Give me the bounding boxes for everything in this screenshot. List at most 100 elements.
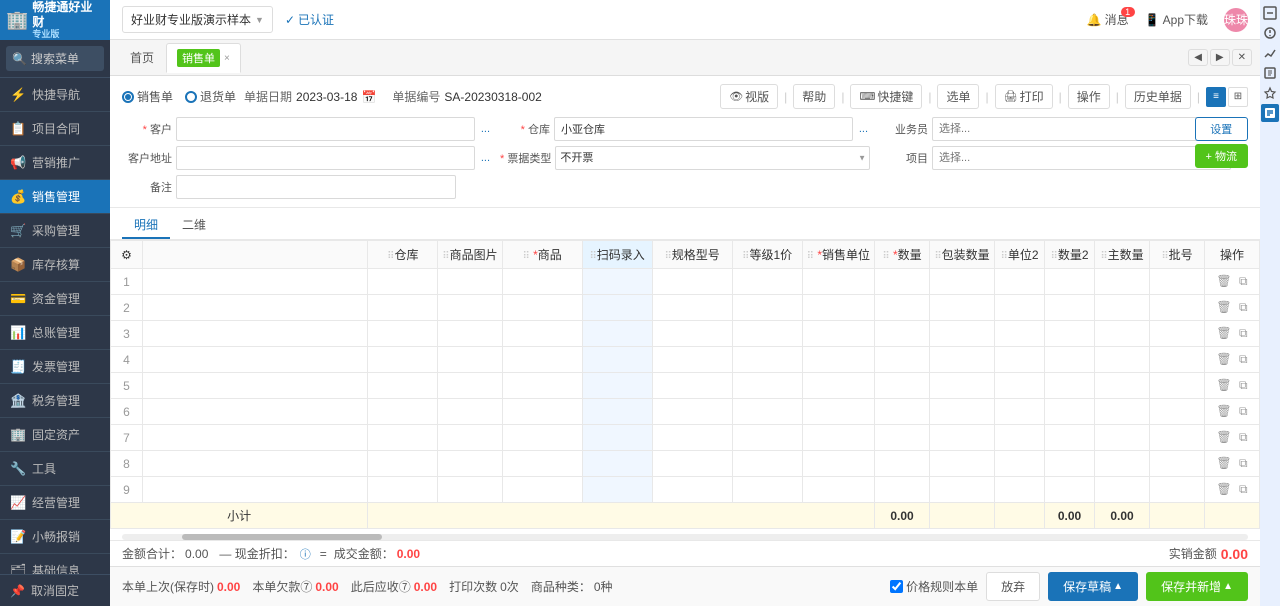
row-image[interactable]	[438, 477, 502, 503]
row-copy-button[interactable]: ⧉	[1237, 326, 1250, 341]
row-main-qty[interactable]	[1095, 425, 1150, 451]
company-selector[interactable]: 好业财专业版演示样本 ▼	[122, 6, 273, 33]
row-main-qty[interactable]	[1095, 347, 1150, 373]
tab-close-all-button[interactable]: ✕	[1232, 49, 1252, 66]
tab-home[interactable]: 首页	[118, 43, 166, 72]
row-batch-input[interactable]	[582, 425, 652, 451]
customer-dots-button[interactable]: ...	[479, 123, 492, 135]
sidebar-item-fixed[interactable]: 🏢 固定资产	[0, 418, 110, 452]
row-qty2[interactable]	[1045, 477, 1095, 503]
row-qty[interactable]	[875, 399, 930, 425]
row-product[interactable]	[502, 321, 582, 347]
message-button[interactable]: 🔔 1 消息	[1087, 11, 1129, 28]
th-unit[interactable]: ⠿ *销售单位	[802, 241, 874, 269]
logistics-button[interactable]: + 物流	[1195, 144, 1248, 168]
row-image[interactable]	[438, 399, 502, 425]
row-delete-button[interactable]: 🗑	[1214, 352, 1233, 366]
row-copy-button[interactable]: ⧉	[1237, 352, 1250, 367]
row-pack-qty[interactable]	[930, 373, 995, 399]
warehouse-input[interactable]	[554, 117, 853, 141]
row-batch[interactable]	[1150, 477, 1205, 503]
remark-input[interactable]	[176, 175, 456, 199]
row-spec[interactable]	[652, 425, 732, 451]
setup-button[interactable]: 设置	[1195, 117, 1248, 141]
row-qty[interactable]	[875, 477, 930, 503]
row-main-qty[interactable]	[1095, 451, 1150, 477]
row-batch-input[interactable]	[582, 269, 652, 295]
info-icon[interactable]: ⓘ	[300, 546, 311, 562]
row-warehouse[interactable]	[368, 451, 438, 477]
sidebar-item-tax[interactable]: 🏦 税务管理	[0, 384, 110, 418]
row-main-qty[interactable]	[1095, 477, 1150, 503]
salesperson-input[interactable]	[932, 117, 1231, 141]
print-button[interactable]: 🖨 打印	[995, 84, 1053, 109]
row-qty[interactable]	[875, 295, 930, 321]
row-unit[interactable]	[802, 477, 874, 503]
row-spec[interactable]	[652, 451, 732, 477]
row-main-qty[interactable]	[1095, 269, 1150, 295]
row-product[interactable]	[502, 477, 582, 503]
search-menu-button[interactable]: 🔍 搜索菜单	[6, 46, 104, 71]
row-unit2[interactable]	[995, 451, 1045, 477]
row-unit[interactable]	[802, 269, 874, 295]
row-unit[interactable]	[802, 295, 874, 321]
row-product[interactable]	[502, 399, 582, 425]
row-main-qty[interactable]	[1095, 373, 1150, 399]
row-product[interactable]	[502, 451, 582, 477]
app-download-button[interactable]: 📱 App下载	[1145, 11, 1208, 28]
row-qty[interactable]	[875, 451, 930, 477]
row-spec[interactable]	[652, 321, 732, 347]
tab-close-button[interactable]: ×	[224, 53, 230, 64]
sidebar-item-inventory[interactable]: 📦 库存核算	[0, 248, 110, 282]
sales-order-radio[interactable]: 销售单	[122, 88, 173, 105]
view-button[interactable]: 👁 视版	[720, 84, 778, 109]
row-batch-input[interactable]	[582, 373, 652, 399]
rp-icon-4[interactable]	[1261, 64, 1279, 82]
project-input[interactable]	[932, 146, 1231, 170]
operation-button[interactable]: 操作	[1068, 84, 1110, 109]
row-image[interactable]	[438, 425, 502, 451]
row-qty[interactable]	[875, 347, 930, 373]
row-pack-qty[interactable]	[930, 425, 995, 451]
row-qty2[interactable]	[1045, 295, 1095, 321]
shortcut-button[interactable]: ⌨ 快捷键	[850, 84, 922, 109]
select-button[interactable]: 选单	[937, 84, 979, 109]
row-pack-qty[interactable]	[930, 477, 995, 503]
row-price1[interactable]	[732, 347, 802, 373]
th-pack-qty[interactable]: ⠿包装数量	[930, 241, 995, 269]
sidebar-item-invoice[interactable]: 🧾 发票管理	[0, 350, 110, 384]
sidebar-item-quick-nav[interactable]: ⚡ 快捷导航	[0, 78, 110, 112]
row-delete-button[interactable]: 🗑	[1214, 326, 1233, 340]
row-batch[interactable]	[1150, 321, 1205, 347]
row-price1[interactable]	[732, 295, 802, 321]
row-copy-button[interactable]: ⧉	[1237, 274, 1250, 289]
row-main-qty[interactable]	[1095, 399, 1150, 425]
grid-view-button[interactable]: ⊞	[1228, 87, 1248, 107]
row-delete-button[interactable]: 🗑	[1214, 456, 1233, 470]
row-image[interactable]	[438, 269, 502, 295]
sidebar-item-sales[interactable]: 💰 销售管理	[0, 180, 110, 214]
row-qty[interactable]	[875, 425, 930, 451]
rp-icon-3[interactable]	[1261, 44, 1279, 62]
row-unit[interactable]	[802, 425, 874, 451]
abandon-button[interactable]: 放弃	[986, 572, 1040, 601]
address-input[interactable]	[176, 146, 475, 170]
tab-2d[interactable]: 二维	[170, 212, 218, 239]
price-check-input[interactable]	[890, 580, 903, 593]
list-view-button[interactable]: ≡	[1206, 87, 1226, 107]
row-price1[interactable]	[732, 269, 802, 295]
row-unit2[interactable]	[995, 269, 1045, 295]
row-delete-button[interactable]: 🗑	[1214, 300, 1233, 314]
row-unit[interactable]	[802, 451, 874, 477]
tab-detail[interactable]: 明细	[122, 212, 170, 239]
row-pack-qty[interactable]	[930, 451, 995, 477]
row-unit[interactable]	[802, 321, 874, 347]
history-button[interactable]: 历史单据	[1125, 84, 1191, 109]
price-check-checkbox[interactable]: 价格规则本单	[890, 578, 978, 595]
th-settings[interactable]: ⚙	[111, 241, 143, 269]
row-pack-qty[interactable]	[930, 321, 995, 347]
row-spec[interactable]	[652, 399, 732, 425]
horizontal-scrollbar[interactable]	[122, 534, 1248, 540]
th-product[interactable]: ⠿ *商品	[502, 241, 582, 269]
rp-icon-1[interactable]	[1261, 4, 1279, 22]
